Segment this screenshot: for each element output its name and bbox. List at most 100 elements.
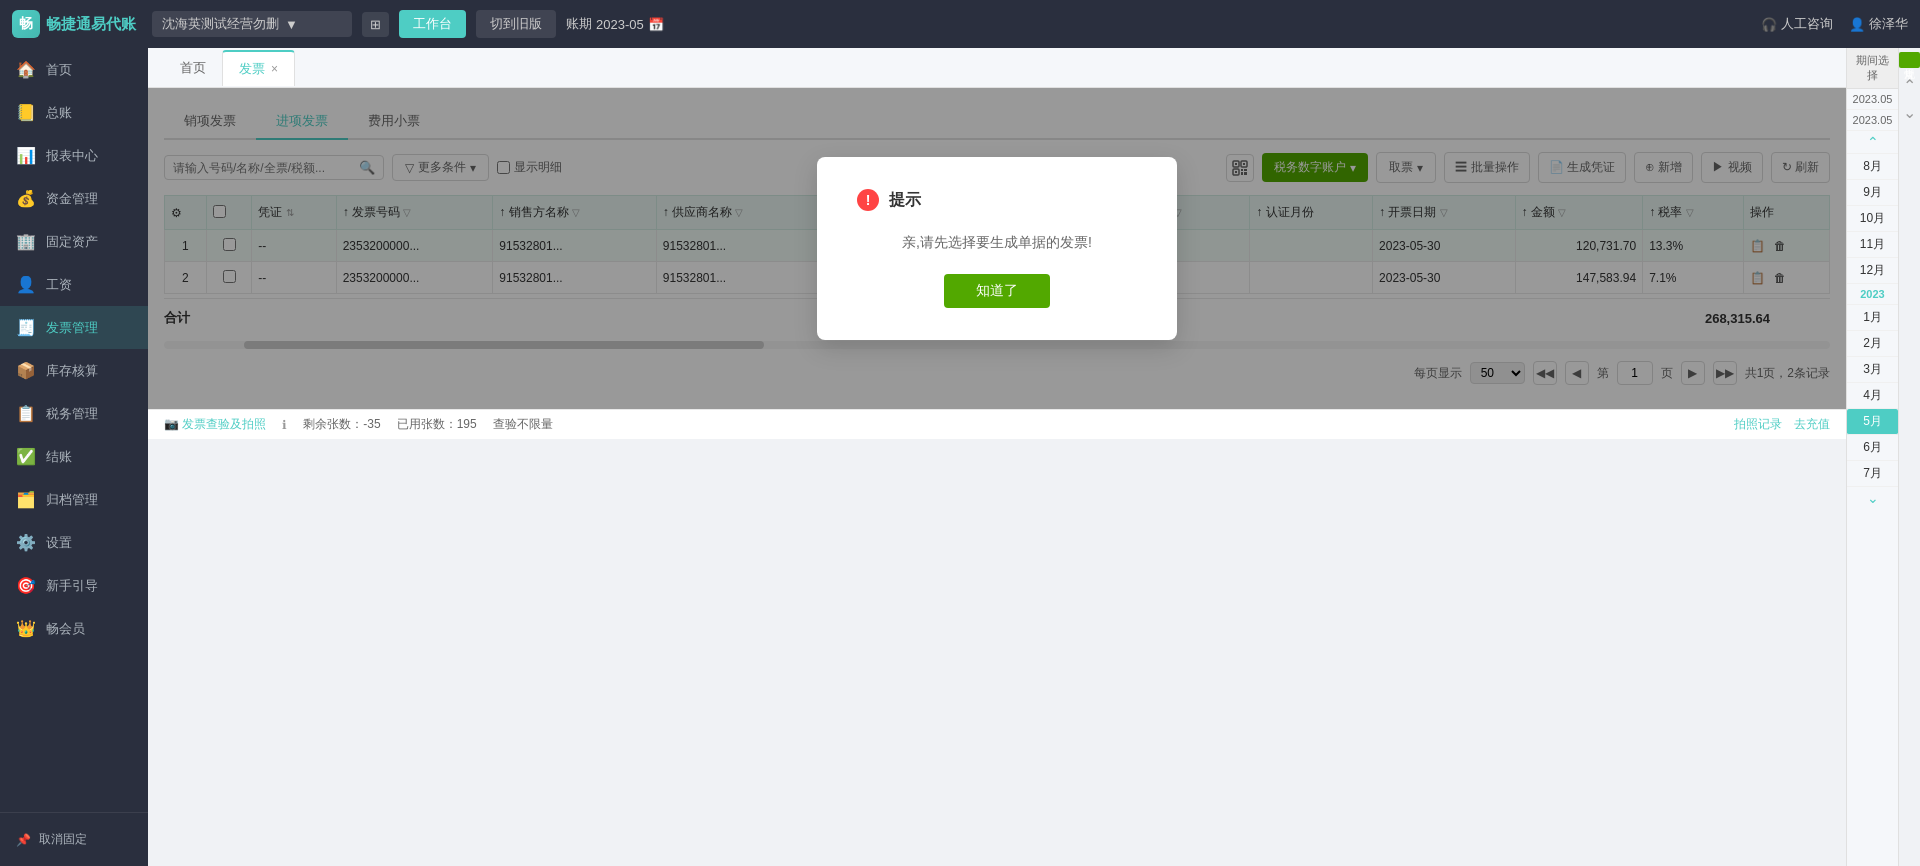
modal-overlay: ! 提示 亲,请先选择要生成单据的发票! 知道了 [148, 88, 1846, 409]
app-logo: 畅 畅捷通易代账 [12, 10, 142, 38]
tax-icon: 📋 [16, 404, 36, 423]
cancel-fixed-label: 取消固定 [39, 831, 87, 848]
app-logo-text: 畅捷通易代账 [46, 15, 136, 34]
calendar-icon[interactable]: 📅 [648, 17, 664, 32]
period-month-9[interactable]: 9月 [1847, 180, 1898, 206]
right-panels: 期间选择 2023.05 2023.05 ⌃ 8月 9月 10月 11月 12月… [1846, 48, 1920, 866]
period-month-6[interactable]: 6月 [1847, 435, 1898, 461]
assets-icon: 🏢 [16, 232, 36, 251]
reports-icon: 📊 [16, 146, 36, 165]
period-nav-up[interactable]: ⌃ [1847, 131, 1898, 154]
period-month-5-active[interactable]: 5月 [1847, 409, 1898, 435]
period-month-2[interactable]: 2月 [1847, 331, 1898, 357]
period-month-11[interactable]: 11月 [1847, 232, 1898, 258]
sidebar-item-label: 发票管理 [46, 319, 98, 337]
sidebar-item-label: 库存核算 [46, 362, 98, 380]
top-bar: 畅 畅捷通易代账 沈海英测试经营勿删 ▼ ⊞ 工作台 切到旧版 账期 2023-… [0, 0, 1920, 48]
sidebar-item-home[interactable]: 🏠 首页 [0, 48, 148, 91]
period-month-3[interactable]: 3月 [1847, 357, 1898, 383]
settle-icon: ✅ [16, 447, 36, 466]
tab-close-icon[interactable]: × [271, 62, 278, 76]
sidebar-item-ledger[interactable]: 📒 总账 [0, 91, 148, 134]
period-panel: 期间选择 2023.05 2023.05 ⌃ 8月 9月 10月 11月 12月… [1846, 48, 1898, 866]
guide-icon: 🎯 [16, 576, 36, 595]
sidebar-item-label: 工资 [46, 276, 72, 294]
sidebar-item-label: 报表中心 [46, 147, 98, 165]
tab-home[interactable]: 首页 [164, 51, 222, 85]
expand-up-icon[interactable]: ⌃ [1899, 72, 1920, 99]
tab-invoice-label: 发票 [239, 60, 265, 78]
switch-version-button[interactable]: 切到旧版 [476, 10, 556, 38]
period-header: 期间选择 [1847, 48, 1898, 89]
content-with-scroll: 首页 发票 × 销项发票 进项发票 [148, 48, 1920, 866]
invoice-check-link[interactable]: 📷 发票查验及拍照 [164, 416, 266, 433]
sidebar-item-settings[interactable]: ⚙️ 设置 [0, 521, 148, 564]
modal-title-row: ! 提示 [857, 189, 921, 211]
ledger-icon: 📒 [16, 103, 36, 122]
sidebar-item-label: 固定资产 [46, 233, 98, 251]
app-container: 畅 畅捷通易代账 沈海英测试经营勿删 ▼ ⊞ 工作台 切到旧版 账期 2023-… [0, 0, 1920, 866]
modal-box: ! 提示 亲,请先选择要生成单据的发票! 知道了 [817, 157, 1177, 339]
bottom-right: 拍照记录 去充值 [1734, 416, 1830, 433]
period-nav-down[interactable]: ⌄ [1847, 487, 1898, 509]
sidebar-item-tax[interactable]: 📋 税务管理 [0, 392, 148, 435]
sidebar: 🏠 首页 📒 总账 📊 报表中心 💰 资金管理 🏢 固定资产 👤 工资 [0, 48, 148, 866]
photo-record-link[interactable]: 拍照记录 [1734, 416, 1782, 433]
topbar-right: 🎧 人工咨询 👤 徐泽华 [1761, 15, 1908, 33]
regular-button[interactable]: 常规 [1899, 52, 1920, 68]
tab-home-label: 首页 [180, 59, 206, 77]
inventory-icon: 📦 [16, 361, 36, 380]
sidebar-item-settle[interactable]: ✅ 结账 [0, 435, 148, 478]
sidebar-item-label: 归档管理 [46, 491, 98, 509]
sidebar-bottom: 📌 取消固定 [0, 812, 148, 866]
support-button[interactable]: 🎧 人工咨询 [1761, 15, 1833, 33]
period-month-4[interactable]: 4月 [1847, 383, 1898, 409]
company-selector[interactable]: 沈海英测试经营勿删 ▼ [152, 11, 352, 37]
expand-down-icon[interactable]: ⌄ [1899, 99, 1920, 126]
sidebar-item-guide[interactable]: 🎯 新手引导 [0, 564, 148, 607]
sidebar-item-member[interactable]: 👑 畅会员 [0, 607, 148, 650]
sidebar-item-label: 结账 [46, 448, 72, 466]
sidebar-item-label: 资金管理 [46, 190, 98, 208]
period-month-1[interactable]: 1月 [1847, 305, 1898, 331]
sidebar-item-capital[interactable]: 💰 资金管理 [0, 177, 148, 220]
user-profile[interactable]: 👤 徐泽华 [1849, 15, 1908, 33]
sidebar-item-label: 新手引导 [46, 577, 98, 595]
sidebar-item-label: 首页 [46, 61, 72, 79]
bottom-left: 📷 发票查验及拍照 ℹ 剩余张数：-35 已用张数：195 查验不限量 [164, 416, 553, 433]
cancel-fixed-button[interactable]: 📌 取消固定 [0, 823, 148, 856]
period-month-8[interactable]: 8月 [1847, 154, 1898, 180]
sidebar-item-assets[interactable]: 🏢 固定资产 [0, 220, 148, 263]
copy-button[interactable]: ⊞ [362, 12, 389, 37]
modal-confirm-button[interactable]: 知道了 [944, 274, 1050, 308]
member-icon: 👑 [16, 619, 36, 638]
check-label: 发票查验及拍照 [182, 417, 266, 431]
sidebar-item-reports[interactable]: 📊 报表中心 [0, 134, 148, 177]
tab-invoice[interactable]: 发票 × [222, 50, 295, 86]
period-month-12[interactable]: 12月 [1847, 258, 1898, 284]
company-dropdown-icon: ▼ [285, 17, 298, 32]
sidebar-item-archive[interactable]: 🗂️ 归档管理 [0, 478, 148, 521]
support-label: 人工咨询 [1781, 15, 1833, 33]
period-year-2023-05-2: 2023.05 [1847, 110, 1898, 131]
capital-icon: 💰 [16, 189, 36, 208]
info-icon[interactable]: ℹ [282, 418, 287, 432]
period-year-2023: 2023 [1847, 284, 1898, 305]
used-label: 已用张数：195 [397, 416, 477, 433]
sidebar-item-label: 税务管理 [46, 405, 98, 423]
recharge-link[interactable]: 去充值 [1794, 416, 1830, 433]
sidebar-item-salary[interactable]: 👤 工资 [0, 263, 148, 306]
workspace-button[interactable]: 工作台 [399, 10, 466, 38]
period-month-7[interactable]: 7月 [1847, 461, 1898, 487]
sidebar-item-label: 设置 [46, 534, 72, 552]
salary-icon: 👤 [16, 275, 36, 294]
main-area: 🏠 首页 📒 总账 📊 报表中心 💰 资金管理 🏢 固定资产 👤 工资 [0, 48, 1920, 866]
home-icon: 🏠 [16, 60, 36, 79]
period-value: 2023-05 [596, 17, 644, 32]
period-month-10[interactable]: 10月 [1847, 206, 1898, 232]
sidebar-item-invoice[interactable]: 🧾 发票管理 [0, 306, 148, 349]
sidebar-item-inventory[interactable]: 📦 库存核算 [0, 349, 148, 392]
app-logo-icon: 畅 [12, 10, 40, 38]
company-name: 沈海英测试经营勿删 [162, 15, 279, 33]
user-name: 徐泽华 [1869, 15, 1908, 33]
